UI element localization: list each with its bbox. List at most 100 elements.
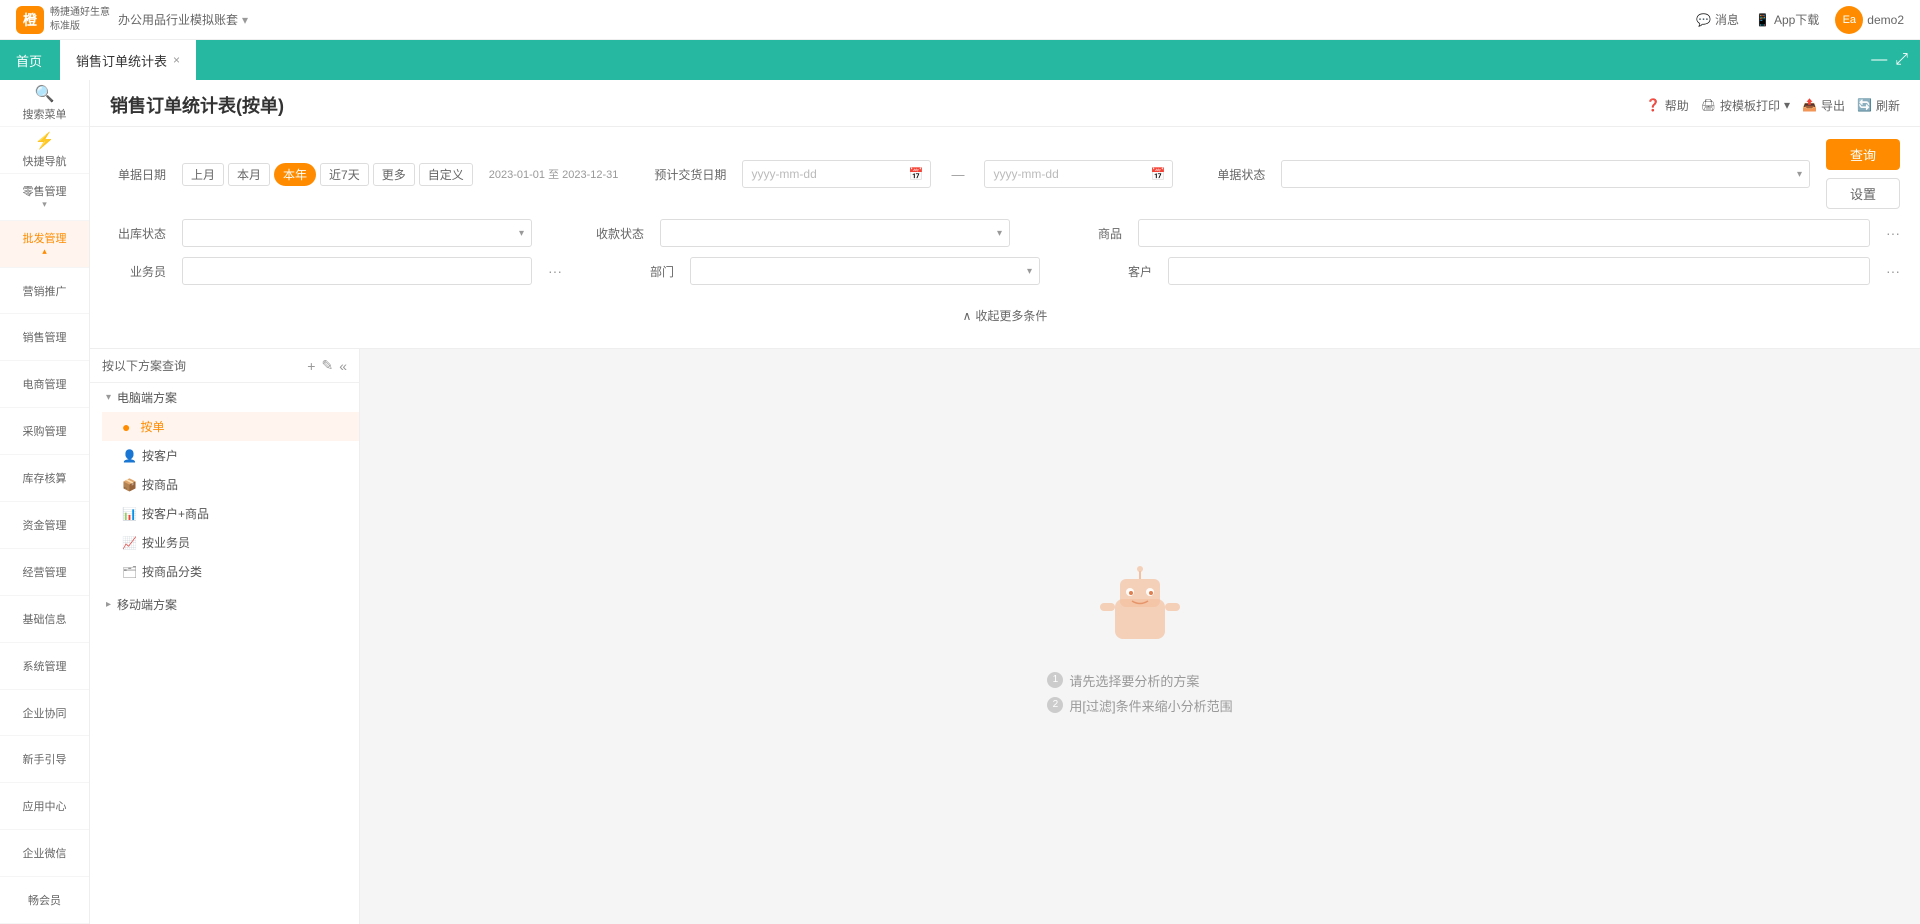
- salesperson-input[interactable]: [182, 257, 532, 285]
- help-button[interactable]: ❓ 帮助: [1646, 97, 1689, 114]
- sidebar-item-newbie[interactable]: 新手引导: [0, 736, 89, 783]
- sidebar-item-basic[interactable]: 基础信息: [0, 596, 89, 643]
- date-btn-this-month[interactable]: 本月: [228, 163, 270, 186]
- payment-select[interactable]: [660, 219, 1010, 247]
- tree-item-by-product[interactable]: 📦 按商品: [102, 470, 359, 499]
- breadcrumb: 办公用品行业模拟账套 ▾: [118, 11, 248, 28]
- status-label: 单据状态: [1209, 166, 1265, 183]
- print-icon: 🖨: [1701, 98, 1716, 112]
- query-button[interactable]: 查询: [1826, 139, 1900, 170]
- setting-button[interactable]: 设置: [1826, 178, 1900, 209]
- help-icon: ❓: [1646, 98, 1661, 112]
- delivery-select[interactable]: [182, 219, 532, 247]
- sidebar: 🔍 搜索菜单 ⚡ 快捷导航 零售管理 ▾ 批发管理 ▴ 营销推广 销售管理 电商…: [0, 80, 90, 924]
- collapse-label: 收起更多条件: [975, 307, 1047, 324]
- left-panel: 按以下方案查询 + ✎ « ▾ 电脑端方案 ● 按单: [90, 349, 360, 924]
- tab-sales-order[interactable]: 销售订单统计表 ×: [60, 40, 196, 80]
- app-download-button[interactable]: 📱 App下载: [1755, 11, 1819, 28]
- expected-date-label: 预计交货日期: [654, 166, 726, 183]
- app-label: App下载: [1774, 11, 1819, 28]
- tree-item-by-category[interactable]: 🗂 按商品分类: [102, 557, 359, 586]
- expected-date-to[interactable]: [984, 160, 1173, 188]
- date-separator: —: [951, 167, 964, 182]
- payment-select-wrap: ▾: [660, 219, 1010, 247]
- date-btn-this-year[interactable]: 本年: [274, 163, 316, 186]
- message-label: 消息: [1715, 11, 1739, 28]
- product-label: 商品: [1066, 225, 1122, 242]
- product-input[interactable]: [1138, 219, 1870, 247]
- sidebar-item-label: 搜索菜单: [23, 106, 67, 122]
- collapse-button[interactable]: ∧ 收起更多条件: [963, 301, 1048, 330]
- tab-expand-icon[interactable]: ⤢: [1895, 51, 1908, 69]
- sidebar-item-finance[interactable]: 资金管理: [0, 502, 89, 549]
- sidebar-item-retail[interactable]: 零售管理 ▾: [0, 174, 89, 221]
- hint-num-1: 1: [1047, 672, 1063, 688]
- tree-item-by-salesperson[interactable]: 📈 按业务员: [102, 528, 359, 557]
- sidebar-item-wechat[interactable]: 企业微信: [0, 830, 89, 877]
- department-select[interactable]: [690, 257, 1040, 285]
- date-btn-7days[interactable]: 近7天: [320, 163, 369, 186]
- status-select-wrap: ▾: [1281, 160, 1810, 188]
- template-print-button[interactable]: 🖨 按模板打印 ▾: [1701, 97, 1790, 114]
- expected-date-from[interactable]: [742, 160, 931, 188]
- left-panel-header: 按以下方案查询 + ✎ «: [90, 349, 359, 383]
- customer-ellipsis-icon[interactable]: ···: [1886, 263, 1900, 279]
- cust-prod-scheme-icon: 📊: [122, 507, 136, 521]
- tree-item-by-customer[interactable]: 👤 按客户: [102, 441, 359, 470]
- edit-scheme-icon[interactable]: ✎: [321, 357, 333, 374]
- sidebar-item-operations[interactable]: 经营管理: [0, 549, 89, 596]
- delivery-select-wrap: ▾: [182, 219, 532, 247]
- username: demo2: [1867, 13, 1904, 27]
- template-print-label: 按模板打印: [1720, 97, 1780, 114]
- collapse-panel-icon[interactable]: «: [339, 358, 347, 374]
- tab-close-icon[interactable]: ×: [173, 53, 180, 67]
- sidebar-item-system[interactable]: 系统管理: [0, 643, 89, 690]
- content-area: 销售订单统计表(按单) ❓ 帮助 🖨 按模板打印 ▾ 📤 导出 🔄 刷新: [90, 80, 1920, 924]
- hint-text-1: 请先选择要分析的方案: [1069, 671, 1199, 690]
- logo-text: 畅捷通好生意 标准版: [50, 6, 110, 34]
- page-title: 销售订单统计表(按单): [110, 92, 284, 118]
- tree-item-by-cust-prod[interactable]: 📊 按客户+商品: [102, 499, 359, 528]
- sidebar-item-enterprise[interactable]: 企业协同: [0, 690, 89, 737]
- date-btn-custom[interactable]: 自定义: [419, 163, 473, 186]
- filter-row-3: 业务员 ··· 部门 ▾ 客户 ···: [110, 257, 1900, 285]
- salesperson-ellipsis-icon[interactable]: ···: [548, 263, 562, 279]
- filter-row-2: 出库状态 ▾ 收款状态 ▾ 商品 ···: [110, 219, 1900, 247]
- sidebar-item-label: 零售管理: [23, 183, 67, 199]
- sidebar-item-search-menu[interactable]: 🔍 搜索菜单: [0, 80, 89, 127]
- refresh-button[interactable]: 🔄 刷新: [1857, 97, 1900, 114]
- product-ellipsis-icon[interactable]: ···: [1886, 225, 1900, 241]
- sidebar-item-appstore[interactable]: 应用中心: [0, 783, 89, 830]
- export-button[interactable]: 📤 导出: [1802, 97, 1845, 114]
- tab-minimize-icon[interactable]: —: [1871, 51, 1887, 69]
- tree-item-by-order[interactable]: ● 按单: [102, 412, 359, 441]
- empty-state: 1 请先选择要分析的方案 2 用[过滤]条件来缩小分析范围: [360, 349, 1920, 924]
- message-button[interactable]: 💬 消息: [1696, 11, 1739, 28]
- customer-input[interactable]: [1168, 257, 1870, 285]
- tree-parent-desktop[interactable]: ▾ 电脑端方案: [90, 383, 359, 412]
- help-label: 帮助: [1665, 97, 1689, 114]
- sidebar-item-inventory[interactable]: 库存核算: [0, 455, 89, 502]
- tab-bar: 首页 销售订单统计表 × — ⤢: [0, 40, 1920, 80]
- quick-nav-icon: ⚡: [35, 131, 55, 151]
- sidebar-item-wholesale[interactable]: 批发管理 ▴: [0, 221, 89, 268]
- user-area[interactable]: Ea demo2: [1835, 6, 1904, 34]
- tab-home[interactable]: 首页: [0, 40, 58, 80]
- sidebar-item-member[interactable]: 畅会员: [0, 877, 89, 924]
- tree-parent-mobile[interactable]: ▸ 移动端方案: [90, 590, 359, 619]
- sidebar-item-label: 畅会员: [28, 892, 61, 908]
- sidebar-item-ecommerce[interactable]: 电商管理: [0, 361, 89, 408]
- date-btn-more[interactable]: 更多: [373, 163, 415, 186]
- tree-expand-icon-mobile: ▸: [106, 599, 111, 610]
- hint-text-2: 用[过滤]条件来缩小分析范围: [1069, 696, 1232, 715]
- sidebar-item-sales[interactable]: 销售管理: [0, 314, 89, 361]
- date-btn-last-month[interactable]: 上月: [182, 163, 224, 186]
- sidebar-item-label: 系统管理: [23, 658, 67, 674]
- sidebar-item-marketing[interactable]: 营销推广: [0, 268, 89, 315]
- sidebar-item-quick-nav[interactable]: ⚡ 快捷导航: [0, 127, 89, 174]
- add-scheme-icon[interactable]: +: [307, 358, 315, 374]
- status-select[interactable]: [1281, 160, 1810, 188]
- sidebar-item-label: 新手引导: [23, 751, 67, 767]
- breadcrumb-dropdown-icon[interactable]: ▾: [242, 13, 248, 27]
- sidebar-item-purchase[interactable]: 采购管理: [0, 408, 89, 455]
